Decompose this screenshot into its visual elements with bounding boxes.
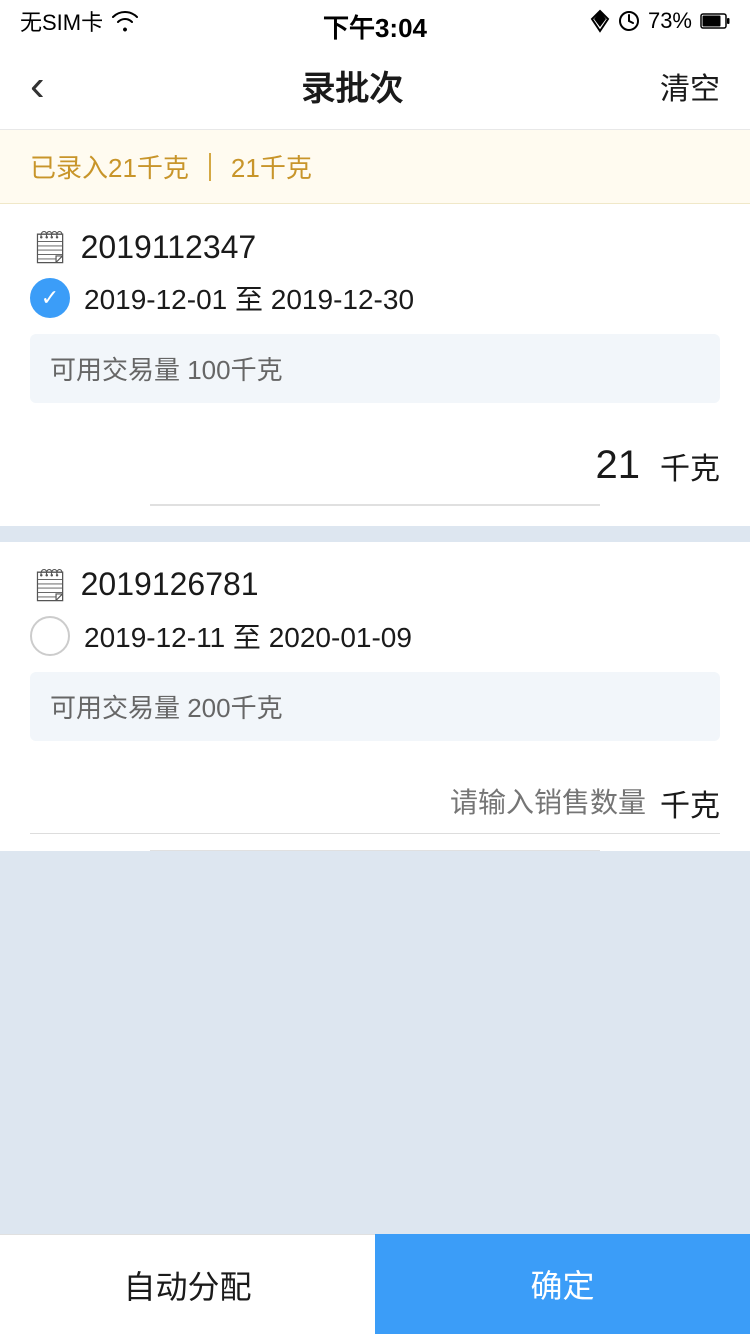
summary-banner: 已录入21千克 21千克 — [0, 130, 750, 204]
confirm-button[interactable]: 确定 — [375, 1234, 750, 1334]
status-bar: 无SIM卡 下午3:04 73% — [0, 0, 750, 42]
amount-input-2[interactable] — [30, 787, 646, 819]
batch-doc-icon-1: 🗒 — [30, 228, 71, 266]
status-left: 无SIM卡 — [20, 5, 139, 37]
bottom-area — [0, 851, 750, 1271]
batch-radio-1[interactable]: ✓ — [30, 278, 70, 318]
section-separator — [0, 526, 750, 542]
amount-input-container-2: 千克 — [30, 781, 720, 834]
battery-text: 73% — [648, 8, 692, 34]
check-icon-1: ✓ — [41, 285, 59, 311]
batch-card-2: 🗒 2019126781 ✓ 2019-12-11 至 2020-01-09 可… — [0, 542, 750, 852]
batch-radio-2[interactable]: ✓ — [30, 616, 70, 656]
wifi-icon — [111, 10, 139, 32]
auto-distribute-button[interactable]: 自动分配 — [0, 1234, 375, 1334]
amount-unit-1: 千克 — [660, 444, 720, 488]
confirm-label: 确定 — [530, 1261, 594, 1307]
auto-distribute-label: 自动分配 — [123, 1262, 251, 1308]
amount-value-1: 21 — [596, 443, 641, 488]
battery-icon — [700, 12, 730, 30]
batch-id-1: 2019112347 — [81, 229, 257, 266]
card-divider-2 — [150, 850, 600, 852]
batch-id-2: 2019126781 — [81, 566, 259, 603]
batch-date-row-1[interactable]: ✓ 2019-12-01 至 2019-12-30 — [30, 278, 720, 318]
back-button[interactable]: ‹ — [30, 61, 45, 111]
card-divider-1 — [150, 504, 600, 506]
batch-amount-row-2: 千克 — [0, 761, 750, 834]
summary-value: 21千克 — [231, 148, 312, 185]
nav-bar: ‹ 录批次 清空 — [0, 42, 750, 130]
batch-date-1: 2019-12-01 至 2019-12-30 — [84, 278, 414, 318]
status-time: 下午3:04 — [323, 8, 427, 45]
location-icon — [590, 9, 610, 33]
batch-id-row-1: 🗒 2019112347 — [30, 228, 720, 266]
status-right: 73% — [590, 8, 730, 34]
batch-amount-row-1: 21 千克 — [0, 423, 750, 488]
page-title: 录批次 — [301, 61, 403, 110]
amount-unit-2: 千克 — [660, 781, 720, 825]
no-sim-text: 无SIM卡 — [20, 5, 103, 37]
batch-id-row-2: 🗒 2019126781 — [30, 566, 720, 604]
summary-label: 已录入21千克 — [30, 148, 189, 185]
clear-button[interactable]: 清空 — [660, 64, 720, 108]
batch-available-2: 可用交易量 200千克 — [30, 672, 720, 741]
batch-date-row-2[interactable]: ✓ 2019-12-11 至 2020-01-09 — [30, 616, 720, 656]
batch-date-2: 2019-12-11 至 2020-01-09 — [84, 616, 412, 656]
batch-available-1: 可用交易量 100千克 — [30, 334, 720, 403]
batch-doc-icon-2: 🗒 — [30, 566, 71, 604]
clock-icon — [618, 10, 640, 32]
bottom-buttons: 自动分配 确定 — [0, 1234, 750, 1334]
summary-divider — [209, 153, 211, 181]
batch-card-1: 🗒 2019112347 ✓ 2019-12-01 至 2019-12-30 可… — [0, 204, 750, 526]
